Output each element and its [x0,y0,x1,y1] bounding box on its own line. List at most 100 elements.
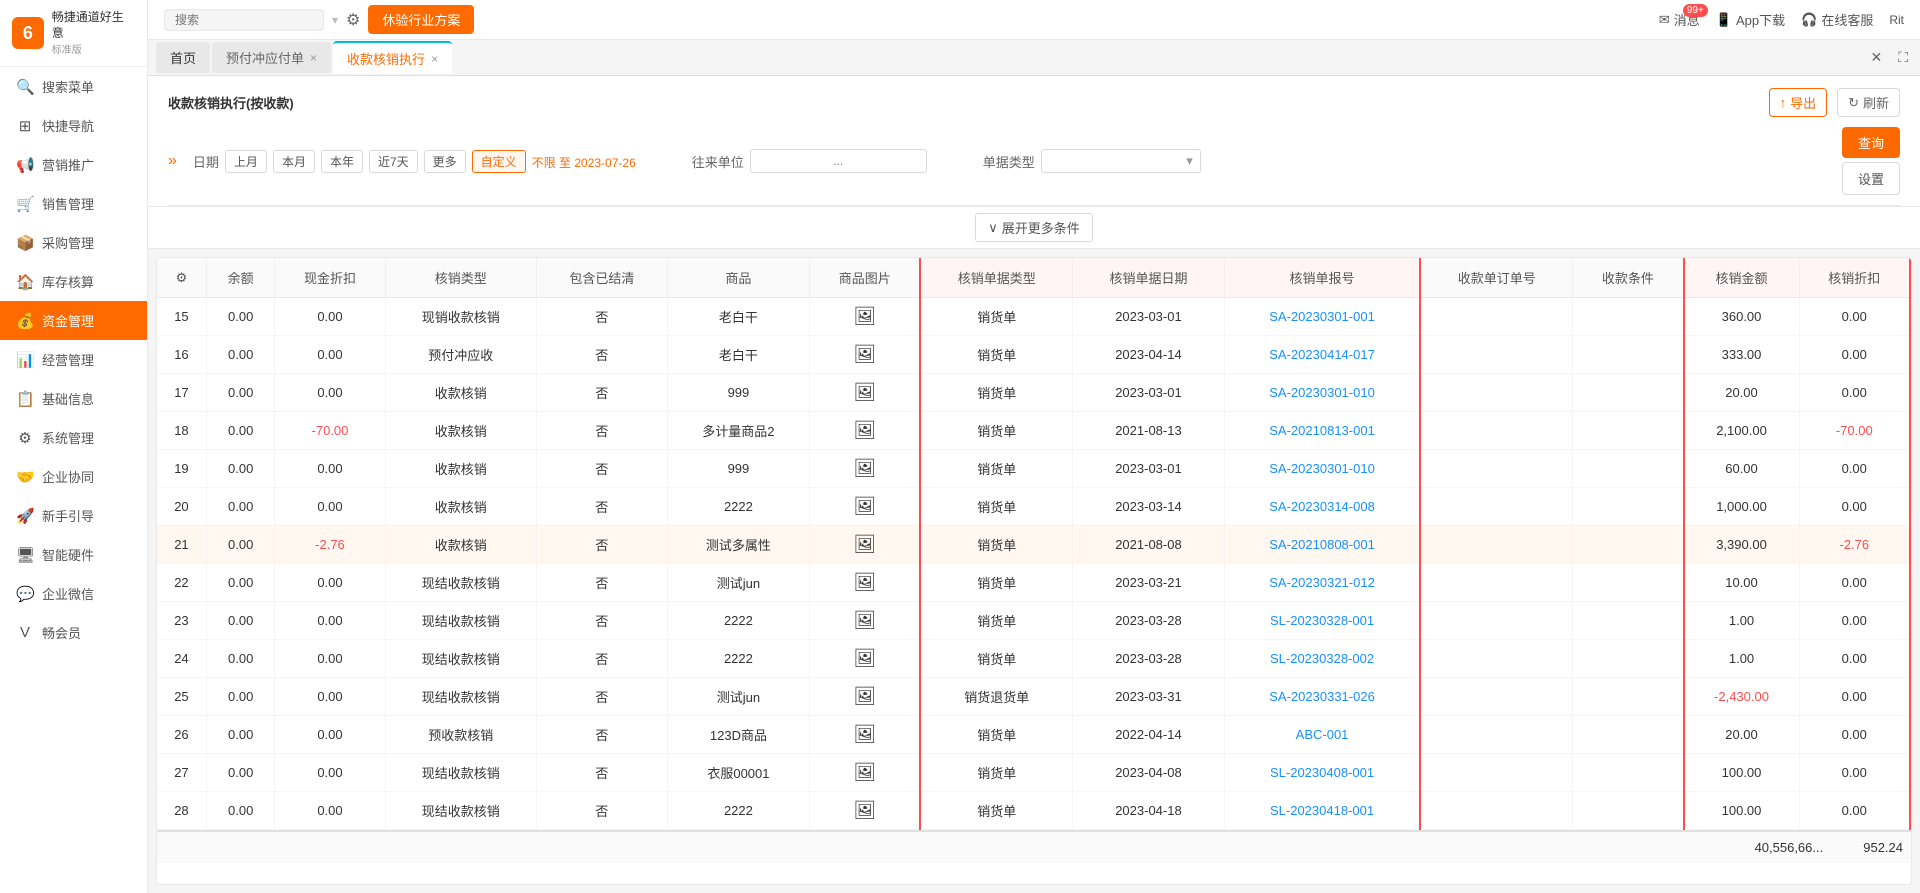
td-verify_bill_no[interactable]: SA-20230301-010 [1224,374,1420,412]
sidebar-item-label: 营销推广 [42,155,94,174]
tab-home[interactable]: 首页 [156,42,210,73]
td-verify_bill_no[interactable]: SA-20210813-001 [1224,412,1420,450]
td-verify_discount: 0.00 [1799,564,1910,602]
hardware-icon: 🖥 [16,546,34,564]
td-verify_bill_no[interactable]: ABC-001 [1224,716,1420,754]
td-verify_bill_no[interactable]: SL-20230328-001 [1224,602,1420,640]
refresh-button[interactable]: ↻ 刷新 [1837,88,1900,117]
sidebar-item-hardware[interactable]: 🖥智能硬件 [0,535,147,574]
td-receipt_order_no [1420,488,1572,526]
sidebar-item-basic[interactable]: 📋基础信息 [0,379,147,418]
online-service-button[interactable]: 🎧 在线客服 [1801,10,1873,29]
td-verify_bill_no[interactable]: SL-20230408-001 [1224,754,1420,792]
sidebar-item-corp[interactable]: 🤝企业协同 [0,457,147,496]
from-unit-input[interactable] [750,149,927,173]
tab-prepay[interactable]: 预付冲应付单× [212,42,331,73]
this-year-btn[interactable]: 本年 [321,150,363,173]
bill-no-link[interactable]: SA-20230301-010 [1269,385,1375,400]
bill-no-link[interactable]: SL-20230328-001 [1270,613,1374,628]
date-range-display: 不限 至 2023-07-26 [532,154,636,171]
bill-type-select[interactable] [1041,149,1201,173]
sidebar-item-inventory[interactable]: 🏠库存核算 [0,262,147,301]
date-filter-group: 日期 上月 本月 本年 近7天 更多 自定义 不限 至 2023-07-26 [193,150,636,173]
message-button[interactable]: ✉ 消息 99+ [1659,10,1700,29]
bill-no-link[interactable]: SA-20230331-026 [1269,689,1375,704]
solution-button[interactable]: 休验行业方案 [368,5,474,34]
last7-btn[interactable]: 近7天 [369,150,418,173]
td-verify_bill_no[interactable]: SA-20230414-017 [1224,336,1420,374]
bill-no-link[interactable]: SA-20230321-012 [1269,575,1375,590]
bill-no-link[interactable]: SA-20230301-001 [1269,309,1375,324]
sidebar-item-finance[interactable]: 💰资金管理 [0,301,147,340]
td-verify_discount: 0.00 [1799,792,1910,830]
td-goods_img: 🖼 [810,412,921,450]
tab-close-icon[interactable]: × [431,52,438,66]
bill-no-link[interactable]: SL-20230328-002 [1270,651,1374,666]
td-receipt_condition [1573,298,1684,336]
bill-no-link[interactable]: SA-20230414-017 [1269,347,1375,362]
bill-no-link[interactable]: SA-20210813-001 [1269,423,1375,438]
query-button[interactable]: 查询 [1842,127,1900,158]
td-verify_bill_type: 销货单 [920,488,1072,526]
td-no: 18 [157,412,206,450]
sidebar-item-search[interactable]: 🔍搜索菜单 [0,67,147,106]
td-verify_bill_no[interactable]: SA-20230301-001 [1224,298,1420,336]
sidebar-item-label: 销售管理 [42,194,94,213]
bill-no-link[interactable]: SA-20230314-008 [1269,499,1375,514]
expand-window-button[interactable]: ⛶ [1894,45,1912,70]
td-balance: 0.00 [206,754,275,792]
td-verify_bill_type: 销货退货单 [920,678,1072,716]
sidebar-item-guide[interactable]: 🚀新手引导 [0,496,147,535]
bill-no-link[interactable]: SL-20230418-001 [1270,803,1374,818]
from-unit-label: 往来单位 [692,152,744,171]
td-verify_bill_no[interactable]: SA-20230331-026 [1224,678,1420,716]
td-verify_bill_no[interactable]: SL-20230328-002 [1224,640,1420,678]
expand-toggle[interactable]: » [168,152,177,170]
td-verify_amount: 60.00 [1684,450,1800,488]
page-header: 收款核销执行(按收款) ↑ 导出 ↻ 刷新 » [148,76,1920,207]
td-verify_bill_no[interactable]: SA-20230314-008 [1224,488,1420,526]
td-verify_bill_no[interactable]: SL-20230418-001 [1224,792,1420,830]
bill-no-link[interactable]: ABC-001 [1296,727,1349,742]
td-verify_bill_no[interactable]: SA-20230321-012 [1224,564,1420,602]
expand-more-button[interactable]: ∨ 展开更多条件 [975,213,1093,242]
sidebar-item-operation[interactable]: 📊经营管理 [0,340,147,379]
sidebar-item-marketing[interactable]: 📢营销推广 [0,145,147,184]
td-cash_discount: 0.00 [275,640,385,678]
td-verify_bill_no[interactable]: SA-20230301-010 [1224,450,1420,488]
last-month-btn[interactable]: 上月 [225,150,267,173]
sidebar-item-wechat[interactable]: 💬企业微信 [0,574,147,613]
export-button[interactable]: ↑ 导出 [1769,88,1828,117]
td-verify_type: 预收款核销 [385,716,537,754]
user-menu[interactable]: Rit [1889,13,1904,27]
close-window-button[interactable]: ✕ [1866,45,1886,70]
sidebar-item-label: 企业微信 [42,584,94,603]
td-include_settled: 否 [537,792,668,830]
more-btn[interactable]: 更多 [424,150,466,173]
custom-btn[interactable]: 自定义 [472,150,526,173]
sidebar-item-sales[interactable]: 🛒销售管理 [0,184,147,223]
bill-no-link[interactable]: SA-20210808-001 [1269,537,1375,552]
td-include_settled: 否 [537,716,668,754]
sidebar-item-nav[interactable]: ⊞快捷导航 [0,106,147,145]
tab-close-icon[interactable]: × [310,51,317,65]
settings-icon[interactable]: ⚙ [346,10,360,30]
td-include_settled: 否 [537,754,668,792]
search-input[interactable] [164,9,324,31]
tab-collection[interactable]: 收款核销执行× [333,41,452,74]
td-receipt_condition [1573,412,1684,450]
app-download-button[interactable]: 📱 App下载 [1716,10,1785,29]
th-cash_discount: 现金折扣 [275,258,385,298]
sidebar-item-purchase[interactable]: 📦采购管理 [0,223,147,262]
td-verify_bill_no[interactable]: SA-20210808-001 [1224,526,1420,564]
sidebar-item-member[interactable]: V畅会员 [0,613,147,652]
this-month-btn[interactable]: 本月 [273,150,315,173]
bill-no-link[interactable]: SA-20230301-010 [1269,461,1375,476]
setting-button[interactable]: 设置 [1842,162,1900,195]
td-goods: 测试jun [667,564,809,602]
td-verify_discount: 0.00 [1799,602,1910,640]
sidebar-item-system[interactable]: ⚙系统管理 [0,418,147,457]
td-verify_bill_date: 2023-04-08 [1073,754,1225,792]
bill-no-link[interactable]: SL-20230408-001 [1270,765,1374,780]
table-row: 150.000.00现销收款核销否老白干🖼销货单2023-03-01SA-202… [157,298,1910,336]
